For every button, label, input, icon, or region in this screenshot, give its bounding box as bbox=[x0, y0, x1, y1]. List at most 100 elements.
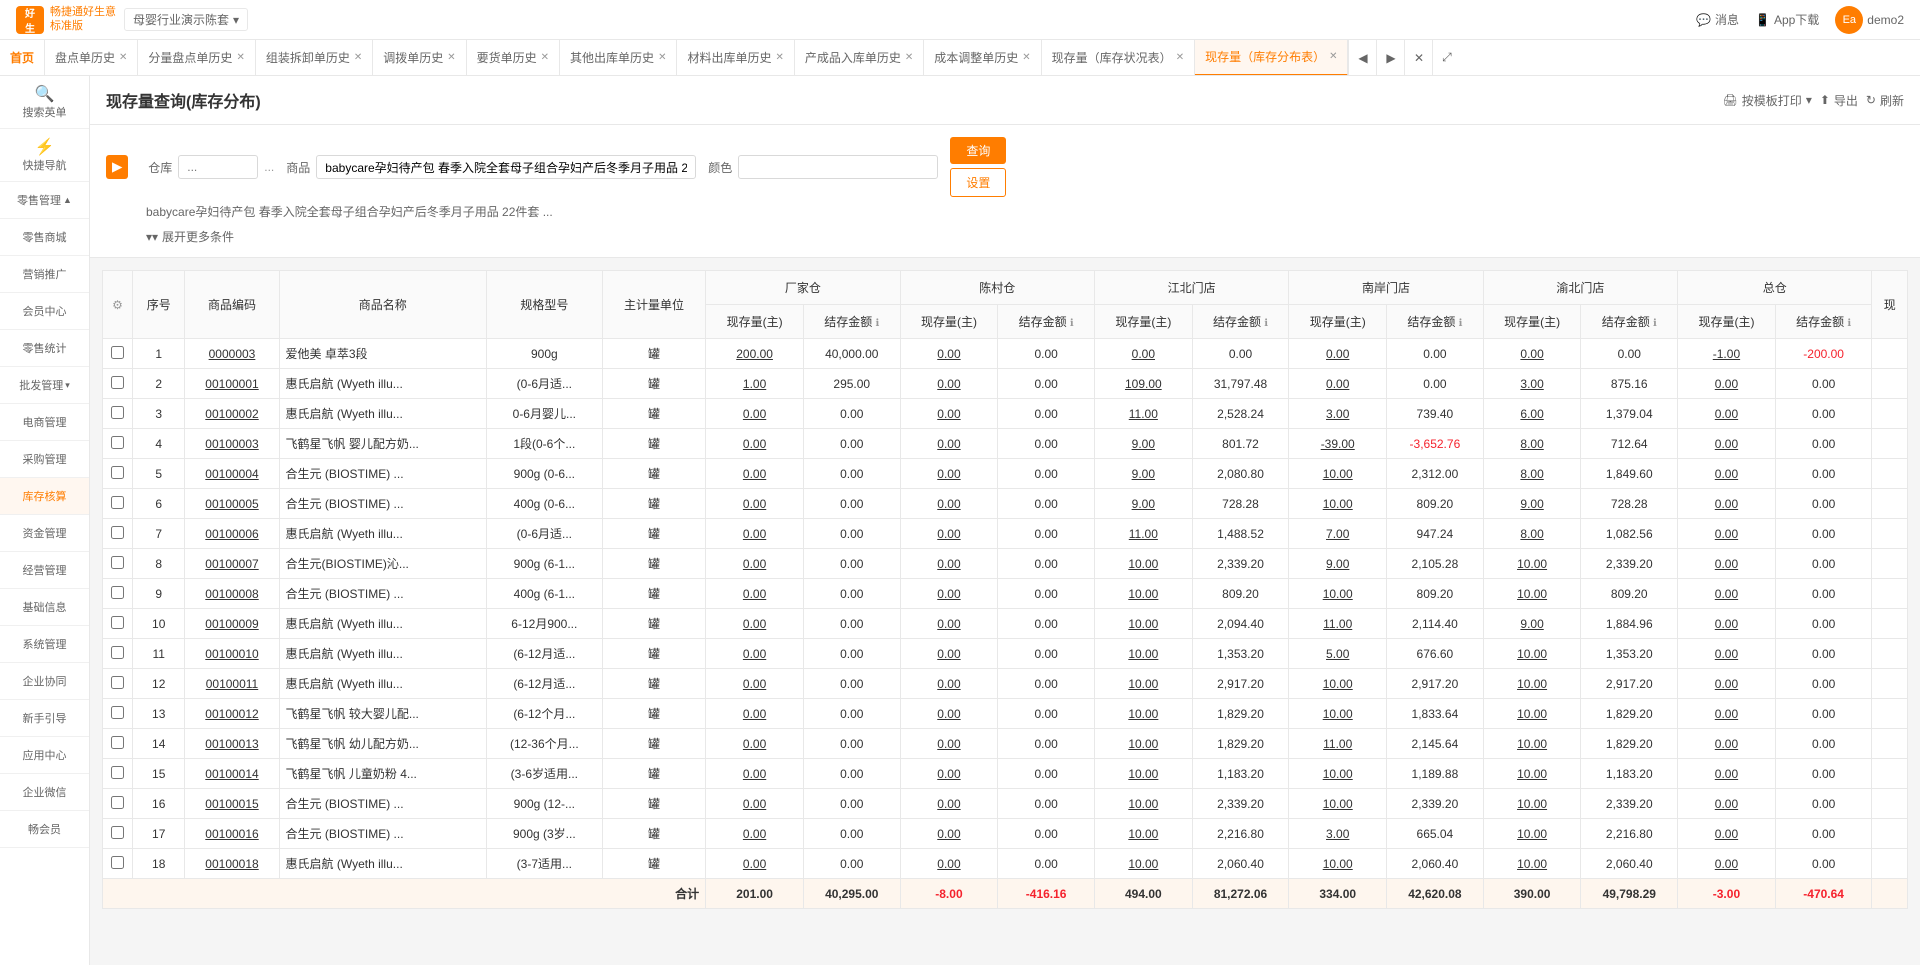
cell-checkbox[interactable] bbox=[103, 669, 133, 699]
tab-chengpin[interactable]: 产成品入库单历史 ✕ bbox=[795, 40, 924, 76]
close-icon[interactable]: ✕ bbox=[658, 52, 666, 63]
cell-checkbox[interactable] bbox=[103, 759, 133, 789]
sidebar-item-member[interactable]: 会员中心 bbox=[0, 293, 89, 330]
close-icon[interactable]: ✕ bbox=[775, 52, 783, 63]
store-selector[interactable]: 母婴行业演示陈套 ▾ bbox=[124, 8, 248, 31]
cell-jiangbei-c: 10.00 bbox=[1094, 819, 1192, 849]
tab-next-btn[interactable]: ▶ bbox=[1376, 40, 1404, 76]
cell-checkbox[interactable] bbox=[103, 459, 133, 489]
footer-factory-b: 40,295.00 bbox=[803, 879, 900, 909]
cell-checkbox[interactable] bbox=[103, 579, 133, 609]
table-container: ⚙ 序号 商品编码 商品名称 规格型号 主计量单位 厂家仓 陈村仓 江北门店 南… bbox=[90, 258, 1920, 965]
sidebar-item-corp-collab[interactable]: 企业协同 bbox=[0, 663, 89, 700]
goods-input[interactable] bbox=[316, 155, 696, 179]
cell-name: 惠氏启航 (Wyeth illu... bbox=[279, 519, 486, 549]
tab-fenpandian[interactable]: 分量盘点单历史 ✕ bbox=[138, 40, 255, 76]
cell-checkbox[interactable] bbox=[103, 819, 133, 849]
table-row: 17 00100016 合生元 (BIOSTIME) ... 900g (3岁.… bbox=[103, 819, 1908, 849]
col-settings[interactable]: ⚙ bbox=[103, 271, 133, 339]
avatar: Ea bbox=[1835, 6, 1863, 34]
table-row: 18 00100018 惠氏启航 (Wyeth illu... (3-7适用..… bbox=[103, 849, 1908, 879]
close-icon[interactable]: ✕ bbox=[905, 52, 913, 63]
sidebar-item-marketing[interactable]: 营销推广 bbox=[0, 256, 89, 293]
tab-chengben[interactable]: 成本调整单历史 ✕ bbox=[924, 40, 1041, 76]
tab-zuhe[interactable]: 组装拆卸单历史 ✕ bbox=[256, 40, 373, 76]
app-download-btn[interactable]: 📱 App下载 bbox=[1755, 11, 1819, 28]
message-btn[interactable]: 💬 消息 bbox=[1696, 11, 1739, 28]
sidebar-item-retail-mgmt[interactable]: 零售管理▲ bbox=[0, 182, 89, 219]
tab-stock-dist[interactable]: 现存量（库存分布表）✕ bbox=[1195, 40, 1348, 76]
tab-prev-btn[interactable]: ◀ bbox=[1348, 40, 1376, 76]
close-icon[interactable]: ✕ bbox=[541, 52, 549, 63]
user-area[interactable]: Ea demo2 bbox=[1835, 6, 1904, 34]
sidebar-item-operations[interactable]: 经营管理 bbox=[0, 552, 89, 589]
tab-close-all-btn[interactable]: ✕ bbox=[1404, 40, 1432, 76]
cell-chenhu-c: 0.00 bbox=[900, 519, 998, 549]
cell-checkbox[interactable] bbox=[103, 609, 133, 639]
sidebar-item-app-center[interactable]: 应用中心 bbox=[0, 737, 89, 774]
col-yubei-current: 现存量(主) bbox=[1483, 305, 1581, 339]
tab-expand-btn[interactable]: ⤢ bbox=[1432, 40, 1460, 76]
sidebar-item-guide[interactable]: 新手引导 bbox=[0, 700, 89, 737]
cell-checkbox[interactable] bbox=[103, 429, 133, 459]
close-icon[interactable]: ✕ bbox=[1176, 52, 1184, 63]
cell-checkbox[interactable] bbox=[103, 849, 133, 879]
col-group-nanan: 南岸门店 bbox=[1289, 271, 1483, 305]
tab-chuku[interactable]: 其他出库单历史 ✕ bbox=[560, 40, 677, 76]
cell-factory-b: 0.00 bbox=[803, 639, 900, 669]
tab-pandian[interactable]: 盘点单历史 ✕ bbox=[45, 40, 138, 76]
tab-stock-status[interactable]: 现存量（库存状况表）✕ bbox=[1042, 40, 1195, 76]
warehouse-input[interactable] bbox=[178, 155, 258, 179]
export-btn[interactable]: ⬆ 导出 bbox=[1820, 92, 1858, 109]
tab-cailiaochu[interactable]: 材料出库单历史 ✕ bbox=[677, 40, 794, 76]
sidebar-item-vip[interactable]: 畅会员 bbox=[0, 811, 89, 848]
query-button[interactable]: 查询 bbox=[950, 137, 1006, 164]
cell-factory-c: 0.00 bbox=[706, 639, 804, 669]
close-icon[interactable]: ✕ bbox=[447, 52, 455, 63]
sidebar-item-finance[interactable]: 资金管理 bbox=[0, 515, 89, 552]
tab-diaobo[interactable]: 调拨单历史 ✕ bbox=[373, 40, 466, 76]
sidebar-item-quicknav[interactable]: ⚡ 快捷导航 bbox=[0, 129, 89, 182]
cell-checkbox[interactable] bbox=[103, 729, 133, 759]
print-btn[interactable]: 🖨 按模板打印 ▾ bbox=[1723, 92, 1812, 109]
close-icon[interactable]: ✕ bbox=[1022, 52, 1030, 63]
expand-conditions-btn[interactable]: ▾▾ 展开更多条件 bbox=[146, 228, 1904, 245]
collapse-btn[interactable]: ▶ bbox=[106, 155, 128, 179]
cell-nanan-b: 1,189.88 bbox=[1387, 759, 1484, 789]
sidebar-item-retail-mall[interactable]: 零售商城 bbox=[0, 219, 89, 256]
cell-factory-c: 0.00 bbox=[706, 459, 804, 489]
cell-name: 合生元(BIOSTIME)沁... bbox=[279, 549, 486, 579]
cell-checkbox[interactable] bbox=[103, 789, 133, 819]
cell-checkbox[interactable] bbox=[103, 639, 133, 669]
footer-jiangbei-b: 81,272.06 bbox=[1192, 879, 1289, 909]
cell-checkbox[interactable] bbox=[103, 399, 133, 429]
close-icon[interactable]: ✕ bbox=[236, 52, 244, 63]
sidebar-item-corp-wechat[interactable]: 企业微信 bbox=[0, 774, 89, 811]
cell-checkbox[interactable] bbox=[103, 369, 133, 399]
refresh-btn[interactable]: ↻ 刷新 bbox=[1866, 92, 1904, 109]
cell-factory-b: 0.00 bbox=[803, 549, 900, 579]
cell-checkbox[interactable] bbox=[103, 339, 133, 369]
cell-checkbox[interactable] bbox=[103, 699, 133, 729]
cell-nanan-b: 1,833.64 bbox=[1387, 699, 1484, 729]
sidebar-item-wholesale[interactable]: 批发管理▾ bbox=[0, 367, 89, 404]
cell-checkbox[interactable] bbox=[103, 489, 133, 519]
cell-total-c: 0.00 bbox=[1678, 789, 1776, 819]
sidebar-item-system[interactable]: 系统管理 bbox=[0, 626, 89, 663]
cell-checkbox[interactable] bbox=[103, 549, 133, 579]
cell-unit: 罐 bbox=[602, 639, 705, 669]
sidebar-item-inventory[interactable]: 库存核算 bbox=[0, 478, 89, 515]
close-icon[interactable]: ✕ bbox=[119, 52, 127, 63]
sidebar-item-purchase[interactable]: 采购管理 bbox=[0, 441, 89, 478]
tab-yaohuo[interactable]: 要货单历史 ✕ bbox=[467, 40, 560, 76]
sidebar-item-retail-stats[interactable]: 零售统计 bbox=[0, 330, 89, 367]
sidebar-item-ecommerce[interactable]: 电商管理 bbox=[0, 404, 89, 441]
sidebar-item-basic-info[interactable]: 基础信息 bbox=[0, 589, 89, 626]
close-icon[interactable]: ✕ bbox=[1329, 51, 1337, 62]
close-icon[interactable]: ✕ bbox=[354, 52, 362, 63]
sidebar-item-search[interactable]: 🔍 搜索英单 bbox=[0, 76, 89, 129]
tab-home[interactable]: 首页 bbox=[0, 40, 45, 76]
cell-checkbox[interactable] bbox=[103, 519, 133, 549]
settings-button[interactable]: 设置 bbox=[950, 168, 1006, 197]
color-input[interactable] bbox=[738, 155, 938, 179]
